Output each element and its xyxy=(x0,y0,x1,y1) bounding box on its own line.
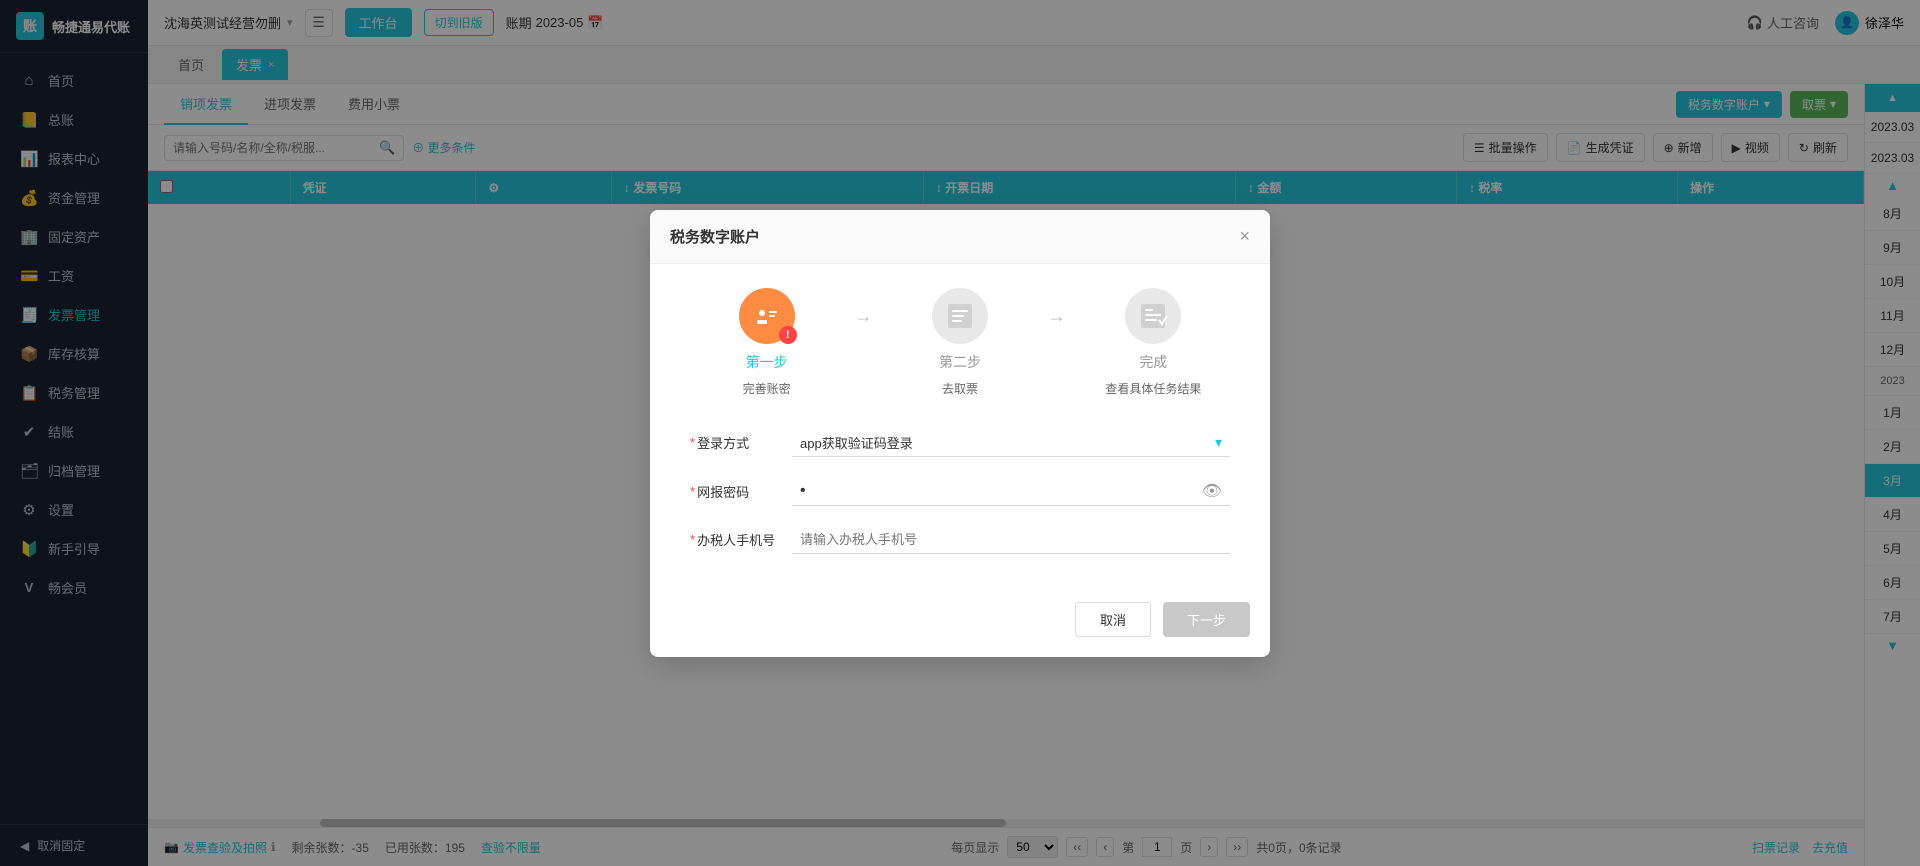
step-3-svg xyxy=(1137,300,1169,332)
step-2-desc: 去取票 xyxy=(942,380,978,397)
phone-label: * 办税人手机号 xyxy=(690,530,780,549)
step-arrow-2: → xyxy=(1037,288,1077,327)
login-method-label: * 登录方式 xyxy=(690,433,780,452)
dropdown-icon: ▾ xyxy=(1215,434,1222,451)
step-3: 完成 查看具体任务结果 xyxy=(1077,288,1230,397)
password-input[interactable] xyxy=(800,482,1202,500)
eye-icon[interactable]: 👁 xyxy=(1202,481,1222,501)
step-3-label: 完成 xyxy=(1139,352,1167,372)
modal-body: ! 第一步 完善账密 → xyxy=(650,264,1270,590)
step-1-label: 第一步 xyxy=(746,352,788,372)
step-1-icon-wrap: ! xyxy=(739,288,795,344)
step-1-desc: 完善账密 xyxy=(743,380,791,397)
phone-row: * 办税人手机号 xyxy=(690,526,1230,554)
step-2-svg xyxy=(944,300,976,332)
step-1-badge: ! xyxy=(779,326,797,344)
step-1-svg xyxy=(751,300,783,332)
login-method-select[interactable]: app获取验证码登录 ▾ xyxy=(792,429,1230,457)
step-2-circle xyxy=(932,288,988,344)
step-2-icon-wrap xyxy=(932,288,988,344)
password-label: * 网报密码 xyxy=(690,482,780,501)
steps-indicator: ! 第一步 完善账密 → xyxy=(690,288,1230,397)
modal-title: 税务数字账户 xyxy=(670,226,760,247)
step-3-desc: 查看具体任务结果 xyxy=(1105,380,1201,397)
modal-overlay: 税务数字账户 × xyxy=(0,0,1920,866)
modal-close-button[interactable]: × xyxy=(1239,227,1250,245)
phone-input[interactable] xyxy=(792,526,1230,554)
step-2-label: 第二步 xyxy=(939,352,981,372)
login-method-value: app获取验证码登录 xyxy=(800,433,913,452)
cancel-button[interactable]: 取消 xyxy=(1075,602,1151,637)
modal-header: 税务数字账户 × xyxy=(650,210,1270,264)
step-1: ! 第一步 完善账密 xyxy=(690,288,843,397)
password-row: * 网报密码 👁 xyxy=(690,477,1230,506)
login-method-row: * 登录方式 app获取验证码登录 ▾ xyxy=(690,429,1230,457)
password-field: 👁 xyxy=(792,477,1230,506)
step-arrow-1: → xyxy=(843,288,883,327)
next-button[interactable]: 下一步 xyxy=(1163,602,1250,637)
modal-footer: 取消 下一步 xyxy=(650,590,1270,657)
tax-account-modal: 税务数字账户 × xyxy=(650,210,1270,657)
step-2: 第二步 去取票 xyxy=(883,288,1036,397)
step-3-circle xyxy=(1125,288,1181,344)
step-3-icon-wrap xyxy=(1125,288,1181,344)
